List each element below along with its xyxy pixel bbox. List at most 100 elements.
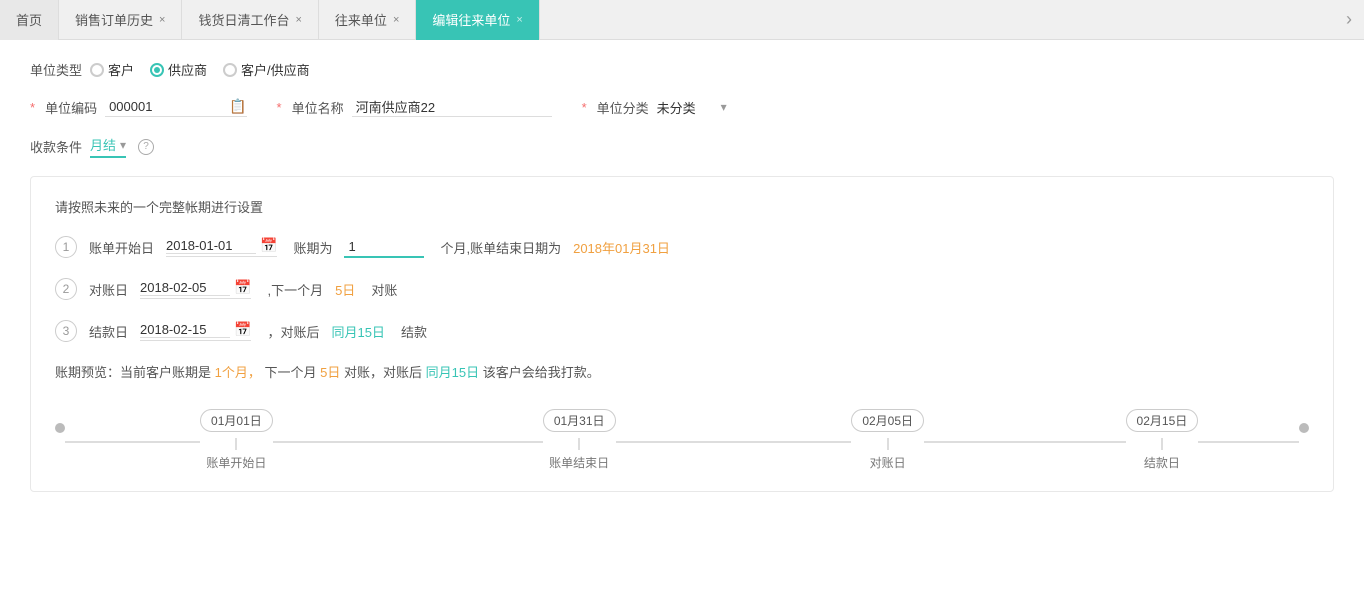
timeline-date-3: 02月05日	[851, 409, 924, 432]
step-2-number: 2	[55, 278, 77, 300]
step-1-period-input[interactable]	[344, 237, 424, 258]
step-2-row: 2 对账日 📅 ,下一个月 5日 对账	[55, 278, 1309, 300]
unit-type-row: 单位类型 客户 供应商 客户/供应商	[30, 60, 1334, 79]
radio-both-label: 客户/供应商	[241, 60, 310, 79]
step-2-date-input: 📅	[140, 279, 251, 299]
step-1-date-input: 📅	[166, 237, 277, 257]
timeline-point-2: 01月31日 账单结束日	[408, 409, 751, 471]
tab-edit-partner[interactable]: 编辑往来单位 ×	[416, 0, 539, 40]
step-2-label: 对账日	[89, 280, 128, 299]
preview-payment-day: 同月15日	[426, 365, 479, 380]
preview-reconcile-post: 对账，对账后	[344, 365, 422, 380]
tab-label-partner: 往来单位	[335, 10, 387, 29]
unit-category-arrow-icon: ▾	[721, 100, 727, 114]
unit-name-field: * 单位名称	[277, 97, 552, 117]
timeline-tick-4	[1161, 438, 1163, 450]
step-1-date-field[interactable]	[166, 238, 256, 254]
timeline-line-2	[408, 441, 543, 443]
preview-reconcile-pre: 下一个月	[265, 365, 317, 380]
timeline-date-2: 01月31日	[543, 409, 616, 432]
step-1-calendar-icon[interactable]: 📅	[260, 237, 277, 254]
unit-category-star: *	[582, 100, 587, 115]
unit-name-input[interactable]	[352, 97, 552, 117]
radio-supplier-label: 供应商	[168, 60, 207, 79]
timeline-label-3: 对账日	[870, 454, 906, 471]
step-1-desc-pre: 账期为	[293, 238, 332, 257]
timeline-right-dot	[1299, 423, 1309, 433]
step-3-date-input: 📅	[140, 321, 251, 341]
unit-code-calendar-icon[interactable]: 📋	[229, 98, 246, 115]
timeline-tick-2	[578, 438, 580, 450]
payment-term-help-icon[interactable]: ?	[138, 139, 154, 155]
timeline-node-3: 02月05日 对账日	[851, 409, 924, 471]
timeline-label-2: 账单结束日	[549, 454, 609, 471]
timeline-segments: 01月01日 账单开始日 01月31日 账单结束日	[65, 409, 1299, 471]
unit-code-field: * 单位编码 📋	[30, 97, 247, 117]
timeline-left-dot	[55, 423, 65, 433]
timeline-node-2: 01月31日 账单结束日	[543, 409, 616, 471]
tab-label-sales-history: 销售订单历史	[75, 10, 153, 29]
unit-name-star: *	[277, 100, 282, 115]
tab-close-sales-history[interactable]: ×	[159, 14, 165, 26]
unit-code-input[interactable]	[105, 97, 225, 116]
radio-both[interactable]: 客户/供应商	[223, 60, 310, 79]
payment-term-value: 月结	[90, 135, 116, 154]
unit-name-label: 单位名称	[292, 98, 344, 117]
step-3-date-field[interactable]	[140, 322, 230, 338]
step-3-desc-post: 结款	[401, 322, 427, 341]
tab-close-cash-desk[interactable]: ×	[295, 14, 301, 26]
unit-category-field: * 单位分类 未分类 ▾	[582, 98, 727, 117]
unit-category-label: 单位分类	[597, 98, 649, 117]
preview-months: 1个月，	[215, 365, 261, 380]
radio-customer[interactable]: 客户	[90, 60, 134, 79]
step-3-desc-pre: ，对账后	[267, 322, 319, 341]
tab-partner[interactable]: 往来单位 ×	[319, 0, 416, 40]
tab-sales-history[interactable]: 销售订单历史 ×	[59, 0, 182, 40]
unit-code-label: 单位编码	[45, 98, 97, 117]
timeline-date-1: 01月01日	[200, 409, 273, 432]
radio-supplier[interactable]: 供应商	[150, 60, 207, 79]
unit-type-radio-group: 客户 供应商 客户/供应商	[90, 60, 310, 79]
step-3-number: 3	[55, 320, 77, 342]
step-2-calendar-icon[interactable]: 📅	[234, 279, 251, 296]
payment-term-field: 收款条件 月结 ▾ ?	[30, 135, 154, 158]
timeline-line-2b	[616, 441, 751, 443]
tab-bar: 首页销售订单历史×钱货日清工作台×往来单位×编辑往来单位×›	[0, 0, 1364, 40]
tab-cash-desk[interactable]: 钱货日清工作台×	[182, 0, 318, 40]
step-3-day-highlight: 同月15日	[331, 322, 384, 341]
step-1-label: 账单开始日	[89, 238, 154, 257]
step-2-desc-pre: ,下一个月	[267, 280, 323, 299]
unit-code-input-group: 📋	[105, 97, 246, 117]
unit-code-star: *	[30, 100, 35, 115]
step-2-date-field[interactable]	[140, 280, 230, 296]
step-3-calendar-icon[interactable]: 📅	[234, 321, 251, 338]
preview-end: 该客户会给我打款。	[483, 365, 600, 380]
payment-term-select[interactable]: 月结 ▾	[90, 135, 126, 158]
panel-title: 请按照未来的一个完整帐期进行设置	[55, 197, 1309, 216]
tab-label-edit-partner: 编辑往来单位	[432, 10, 510, 29]
step-3-label: 结款日	[89, 322, 128, 341]
unit-type-field: 单位类型 客户 供应商 客户/供应商	[30, 60, 310, 79]
tab-home[interactable]: 首页	[0, 0, 59, 40]
unit-category-dropdown[interactable]: 未分类 ▾	[657, 98, 727, 117]
radio-supplier-circle	[150, 63, 164, 77]
timeline-line-3b	[924, 441, 1025, 443]
unit-category-value: 未分类	[657, 98, 717, 117]
timeline-tick-1	[235, 438, 237, 450]
payment-term-row: 收款条件 月结 ▾ ?	[30, 135, 1334, 158]
unit-type-label: 单位类型	[30, 60, 82, 79]
unit-info-row: * 单位编码 📋 * 单位名称 * 单位分类 未分类 ▾	[30, 97, 1334, 117]
step-2-day-highlight: 5日	[335, 280, 355, 299]
tab-close-partner[interactable]: ×	[393, 14, 399, 26]
payment-term-label: 收款条件	[30, 137, 82, 156]
timeline-line-3	[751, 441, 852, 443]
tab-more-button[interactable]: ›	[1334, 0, 1364, 40]
step-2-desc-post: 对账	[371, 280, 397, 299]
tab-close-edit-partner[interactable]: ×	[516, 14, 522, 26]
timeline-point-1: 01月01日 账单开始日	[65, 409, 408, 471]
timeline-line-1	[65, 441, 200, 443]
timeline-line-1b	[273, 441, 408, 443]
step-1-desc-post: 个月,账单结束日期为	[440, 238, 561, 257]
timeline-label-1: 账单开始日	[206, 454, 266, 471]
timeline-node-4: 02月15日 结款日	[1126, 409, 1199, 471]
